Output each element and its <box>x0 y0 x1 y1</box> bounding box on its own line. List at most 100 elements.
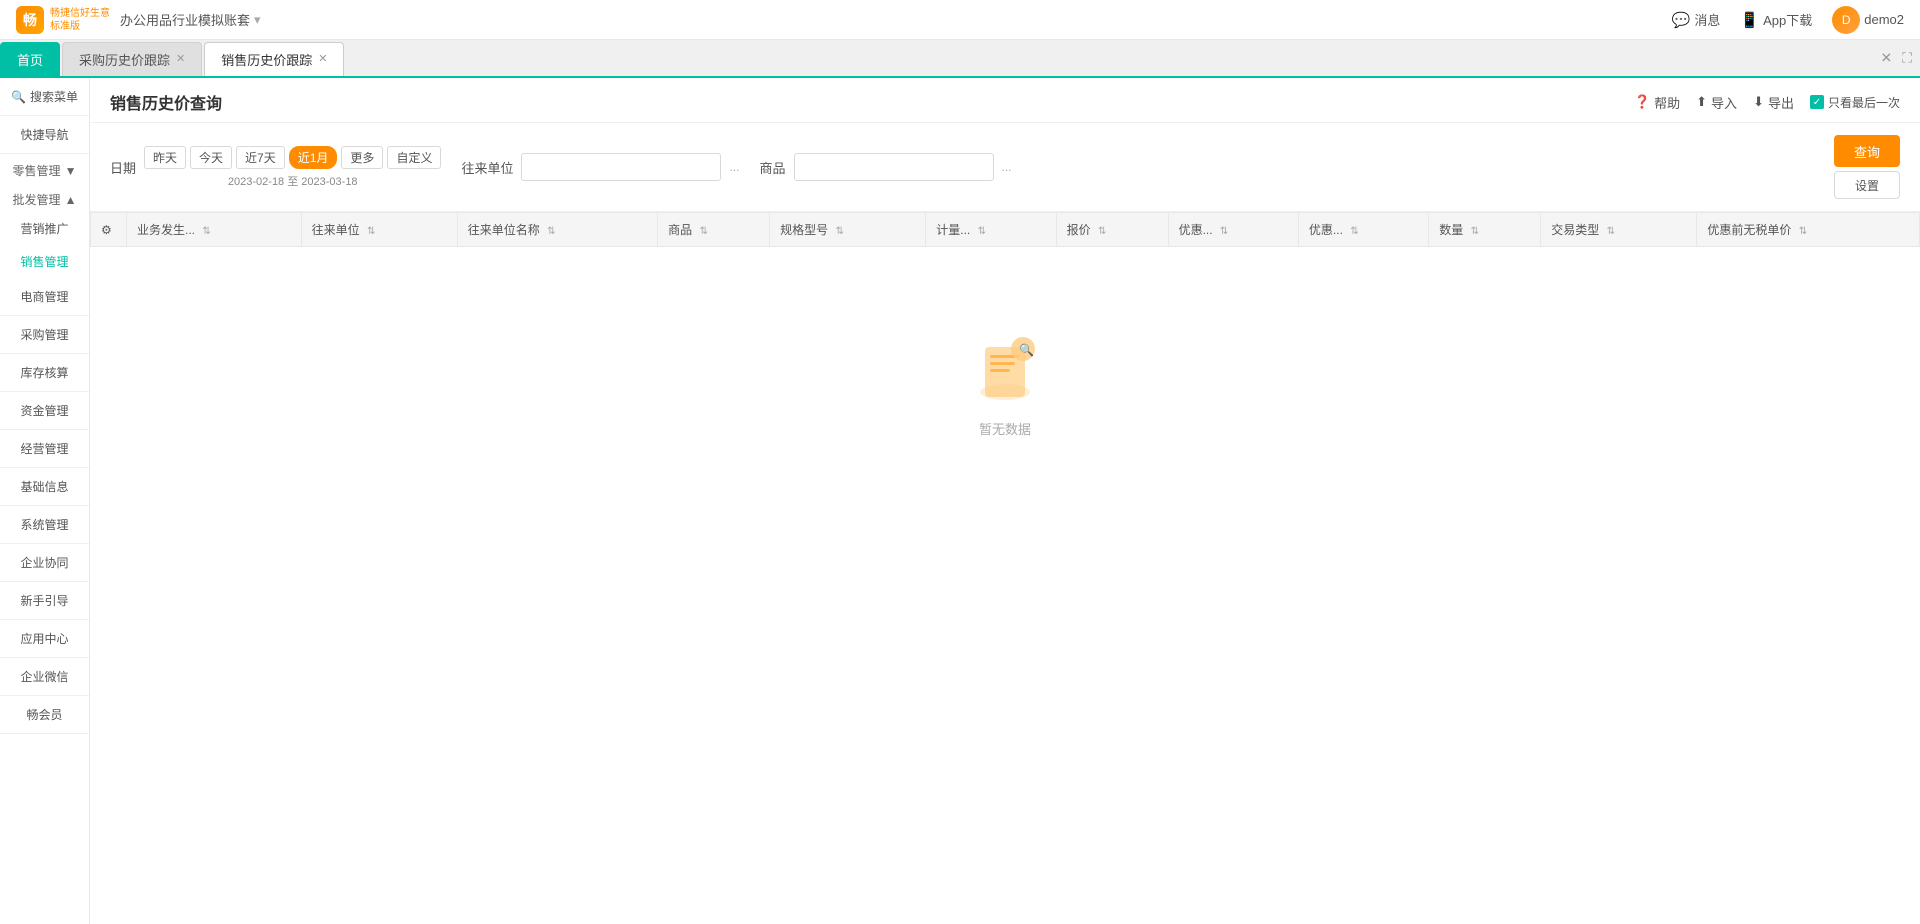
user-area[interactable]: D demo2 <box>1832 6 1904 34</box>
tab-sales-history[interactable]: 销售历史价跟踪 ✕ <box>204 42 344 76</box>
wxwork-label: 企业微信 <box>20 668 68 685</box>
col-biz-date[interactable]: 业务发生... ⇅ <box>127 213 302 247</box>
filter-buttons: 查询 设置 <box>1834 135 1900 199</box>
tab-home-label: 首页 <box>17 50 43 69</box>
filters-area: 日期 昨天 今天 近7天 近1月 更多 自定义 2023-02-18 至 202… <box>90 123 1920 212</box>
message-btn[interactable]: 💬 消息 <box>1672 10 1721 29</box>
counterpart-dots[interactable]: ... <box>729 160 739 174</box>
date-btn-custom[interactable]: 自定义 <box>387 146 441 169</box>
retail-label: 零售管理 <box>13 162 61 179</box>
sidebar-item-wxwork[interactable]: 企业微信 <box>0 658 89 696</box>
sort-icon-unit: ⇅ <box>978 226 986 237</box>
col-discount1[interactable]: 优惠... ⇅ <box>1168 213 1298 247</box>
only-last-checkbox[interactable]: ✓ <box>1810 95 1824 109</box>
sidebar-item-appcenter[interactable]: 应用中心 <box>0 620 89 658</box>
col-spec[interactable]: 规格型号 ⇅ <box>770 213 926 247</box>
col-no-tax-price[interactable]: 优惠前无税单价 ⇅ <box>1697 213 1920 247</box>
counterpart-label: 往来单位 <box>461 158 513 177</box>
date-range-text: 2023-02-18 至 2023-03-18 <box>228 173 358 189</box>
export-btn[interactable]: ⬇ 导出 <box>1753 93 1794 112</box>
col-settings[interactable]: ⚙ <box>91 213 127 247</box>
close-all-icon[interactable]: ✕ <box>1880 50 1892 67</box>
col-counterpart-name[interactable]: 往来单位名称 ⇅ <box>457 213 657 247</box>
col-trade-type-label: 交易类型 <box>1551 223 1599 237</box>
only-last-toggle[interactable]: ✓ 只看最后一次 <box>1810 94 1900 111</box>
date-range-display: 2023-02-18 至 2023-03-18 <box>228 176 358 188</box>
tab-purchase-close[interactable]: ✕ <box>176 54 185 65</box>
empty-state: 🔍 暂无数据 <box>90 247 1920 518</box>
system-label: 系统管理 <box>20 516 68 533</box>
sidebar-search-label: 搜索菜单 <box>30 88 78 105</box>
help-btn[interactable]: ❓ 帮助 <box>1634 93 1680 112</box>
username: demo2 <box>1864 12 1904 27</box>
sidebar-item-enterprise[interactable]: 企业协同 <box>0 544 89 582</box>
date-btn-today[interactable]: 今天 <box>190 146 232 169</box>
counterpart-input[interactable] <box>521 153 721 181</box>
data-table: ⚙ 业务发生... ⇅ 往来单位 ⇅ 往来单位名称 ⇅ <box>90 212 1920 247</box>
wholesale-arrow: ▲ <box>65 193 77 207</box>
col-quantity[interactable]: 数量 ⇅ <box>1429 213 1541 247</box>
tab-home[interactable]: 首页 <box>0 42 60 76</box>
wholesale-label: 批发管理 <box>13 191 61 208</box>
product-dots[interactable]: ... <box>1002 160 1012 174</box>
app-selector[interactable]: 办公用品行业模拟账套 ▾ <box>120 10 261 29</box>
dropdown-icon: ▾ <box>254 12 261 28</box>
sort-icon-biz-date: ⇅ <box>202 226 210 237</box>
sidebar-item-finance[interactable]: 资金管理 <box>0 392 89 430</box>
import-btn[interactable]: ⬆ 导入 <box>1696 93 1737 112</box>
sidebar-item-guide[interactable]: 新手引导 <box>0 582 89 620</box>
page-actions: ❓ 帮助 ⬆ 导入 ⬇ 导出 ✓ 只看最后一次 <box>1634 93 1900 112</box>
sidebar-item-sales[interactable]: 销售管理 <box>0 245 89 278</box>
col-counterpart-code[interactable]: 往来单位 ⇅ <box>301 213 457 247</box>
date-btn-1month[interactable]: 近1月 <box>289 146 338 169</box>
fullscreen-icon[interactable]: ⛶ <box>1902 50 1912 67</box>
sort-icon-discount2: ⇅ <box>1350 226 1358 237</box>
tab-sales-close[interactable]: ✕ <box>318 54 327 65</box>
sort-icon-counterpart-name: ⇅ <box>547 226 555 237</box>
col-trade-type[interactable]: 交易类型 ⇅ <box>1541 213 1697 247</box>
sidebar-item-operations[interactable]: 经营管理 <box>0 430 89 468</box>
message-label: 消息 <box>1694 10 1720 29</box>
sidebar-item-basic[interactable]: 基础信息 <box>0 468 89 506</box>
sidebar-item-marketing[interactable]: 营销推广 <box>0 212 89 245</box>
sidebar-item-retail[interactable]: 零售管理 ▼ <box>0 154 89 183</box>
sort-icon-discount1: ⇅ <box>1220 226 1228 237</box>
sidebar-item-quicknav[interactable]: 快捷导航 <box>0 116 89 154</box>
retail-arrow: ▼ <box>65 164 77 178</box>
download-btn[interactable]: 📱 App下载 <box>1740 10 1812 29</box>
sidebar-item-ecommerce[interactable]: 电商管理 <box>0 278 89 316</box>
sidebar-item-inventory[interactable]: 库存核算 <box>0 354 89 392</box>
page-title: 销售历史价查询 <box>110 90 222 114</box>
query-button[interactable]: 查询 <box>1834 135 1900 167</box>
product-input[interactable] <box>794 153 994 181</box>
sidebar-item-purchase[interactable]: 采购管理 <box>0 316 89 354</box>
settings-button[interactable]: 设置 <box>1834 171 1900 199</box>
sidebar-item-system[interactable]: 系统管理 <box>0 506 89 544</box>
date-btn-more[interactable]: 更多 <box>341 146 383 169</box>
col-product[interactable]: 商品 ⇅ <box>658 213 770 247</box>
col-discount2[interactable]: 优惠... ⇅ <box>1298 213 1428 247</box>
table-container: ⚙ 业务发生... ⇅ 往来单位 ⇅ 往来单位名称 ⇅ <box>90 212 1920 924</box>
help-label: 帮助 <box>1654 93 1680 112</box>
col-price[interactable]: 报价 ⇅ <box>1056 213 1168 247</box>
content: 销售历史价查询 ❓ 帮助 ⬆ 导入 ⬇ 导出 ✓ 只看最后一次 <box>90 78 1920 924</box>
table-header-row: ⚙ 业务发生... ⇅ 往来单位 ⇅ 往来单位名称 ⇅ <box>91 213 1920 247</box>
message-icon: 💬 <box>1672 11 1691 29</box>
avatar: D <box>1832 6 1860 34</box>
enterprise-label: 企业协同 <box>20 554 68 571</box>
col-unit[interactable]: 计量... ⇅ <box>926 213 1056 247</box>
svg-text:🔍: 🔍 <box>1019 342 1034 357</box>
tab-purchase-history[interactable]: 采购历史价跟踪 ✕ <box>62 42 202 76</box>
date-btn-7days[interactable]: 近7天 <box>236 146 285 169</box>
col-discount2-label: 优惠... <box>1309 223 1343 237</box>
page-header: 销售历史价查询 ❓ 帮助 ⬆ 导入 ⬇ 导出 ✓ 只看最后一次 <box>90 78 1920 123</box>
sidebar-item-member[interactable]: 畅会员 <box>0 696 89 734</box>
date-btn-yesterday[interactable]: 昨天 <box>144 146 186 169</box>
sidebar-item-wholesale[interactable]: 批发管理 ▲ <box>0 183 89 212</box>
quicknav-label: 快捷导航 <box>20 126 68 143</box>
download-icon: 📱 <box>1740 11 1759 29</box>
sidebar-item-search[interactable]: 🔍 搜索菜单 <box>0 78 89 116</box>
col-biz-date-label: 业务发生... <box>137 223 195 237</box>
ecommerce-label: 电商管理 <box>20 288 68 305</box>
logo-icon: 畅 <box>16 6 44 34</box>
